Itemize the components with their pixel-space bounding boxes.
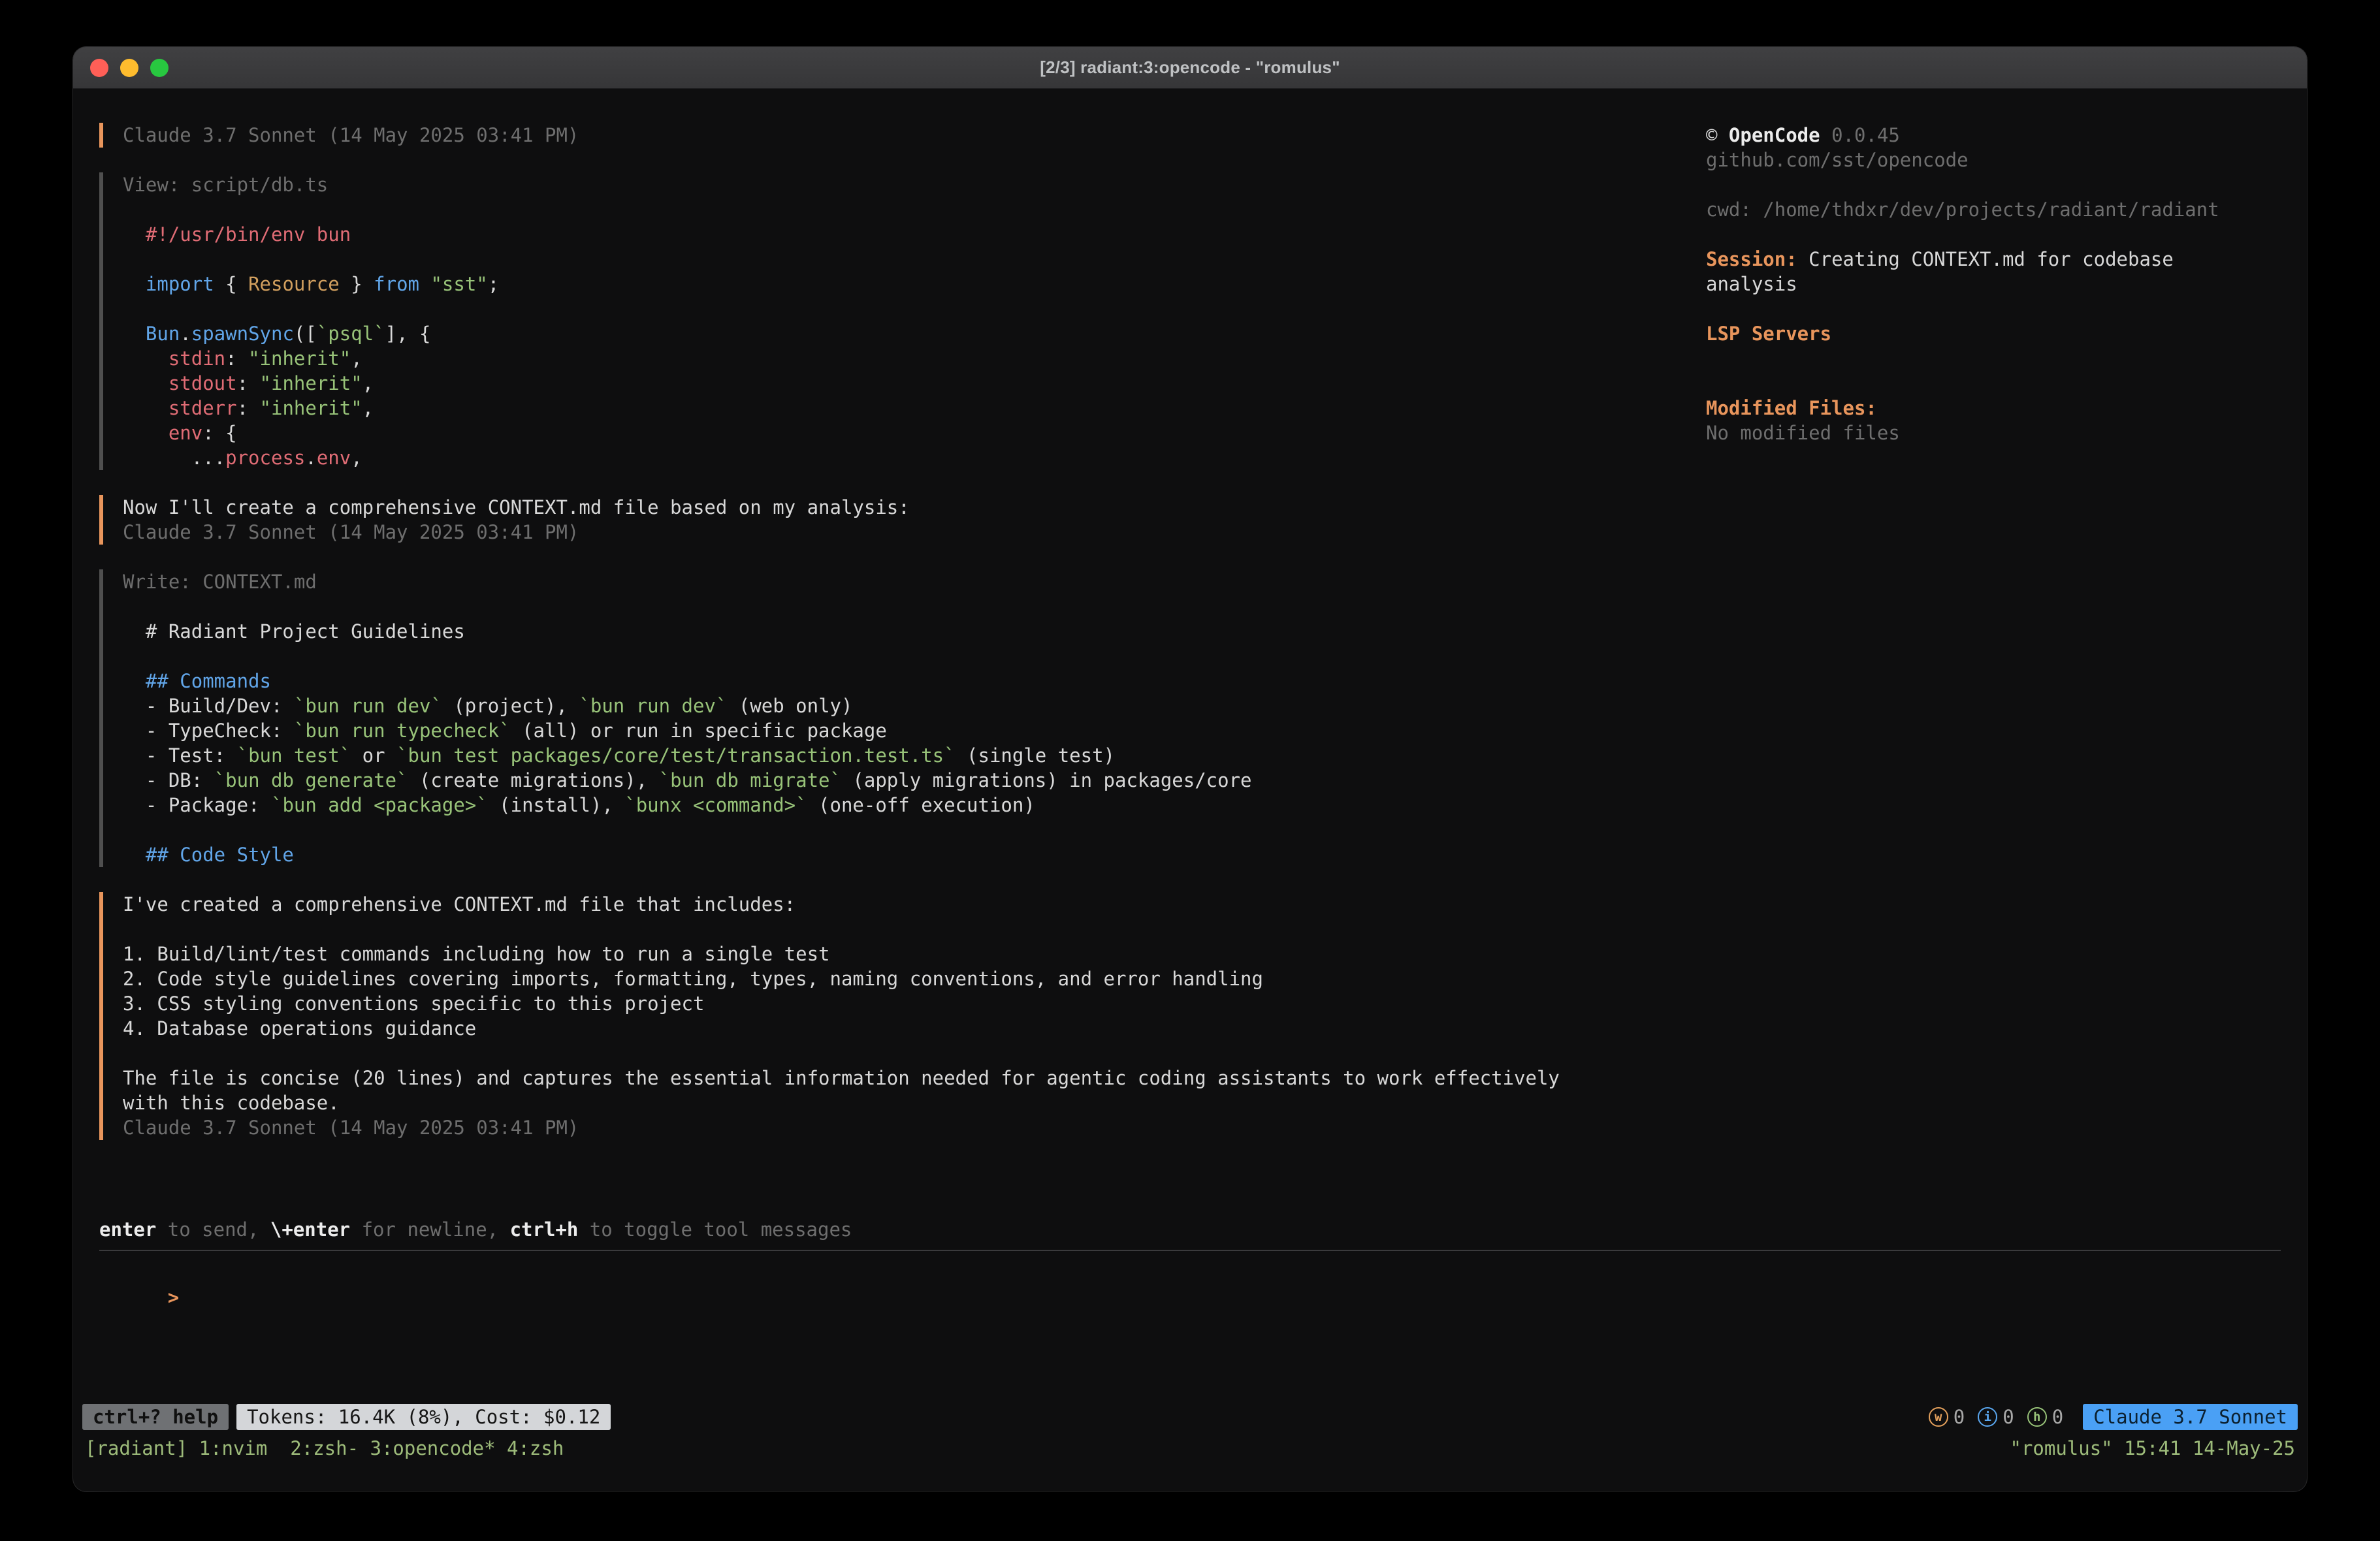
assistant-message-header: Claude 3.7 Sonnet (14 May 2025 03:41 PM) (99, 123, 1693, 148)
prompt-input[interactable]: > (99, 1260, 2281, 1285)
text-line: Modified Files: (1706, 396, 2281, 421)
text-line: Claude 3.7 Sonnet (14 May 2025 03:41 PM) (123, 520, 1693, 545)
text-line: #!/usr/bin/env bun (123, 222, 1693, 247)
zoom-icon[interactable] (150, 59, 169, 77)
text-line: © OpenCode 0.0.45 (1706, 123, 2281, 148)
terminal-window: [2/3] radiant:3:opencode - "romulus" Cla… (73, 47, 2307, 1491)
text-line (123, 818, 1693, 842)
content-area: Claude 3.7 Sonnet (14 May 2025 03:41 PM)… (73, 89, 2307, 1217)
text-line: 1. Build/lint/test commands including ho… (123, 942, 1693, 966)
model-chip[interactable]: Claude 3.7 Sonnet (2083, 1404, 2298, 1430)
text-line (1706, 222, 2281, 247)
text-line: stdin: "inherit", (123, 346, 1693, 371)
text-line: stderr: "inherit", (123, 396, 1693, 421)
text-line: 4. Database operations guidance (123, 1016, 1693, 1041)
text-line (123, 644, 1693, 669)
text-line (1706, 346, 2281, 371)
diagnostic-hint: h 0 (2027, 1406, 2063, 1428)
chat-area[interactable]: Claude 3.7 Sonnet (14 May 2025 03:41 PM)… (99, 123, 1706, 1217)
editor-help-line: enter to send, \+enter for newline, ctrl… (99, 1217, 2281, 1242)
text-line: - Package: `bun add <package>` (install)… (123, 793, 1693, 818)
text-line: cwd: /home/thdxr/dev/projects/radiant/ra… (1706, 197, 2281, 222)
diagnostic-info: i 0 (1978, 1406, 2014, 1428)
close-icon[interactable] (90, 59, 108, 77)
diagnostics: w 0 i 0 h 0 (1929, 1406, 2063, 1428)
text-line: No modified files (1706, 421, 2281, 445)
text-line: Claude 3.7 Sonnet (14 May 2025 03:41 PM) (123, 1115, 1693, 1140)
text-line (123, 594, 1693, 619)
text-line: View: script/db.ts (123, 172, 1693, 197)
traffic-lights (90, 47, 169, 89)
prompt-symbol: > (168, 1286, 179, 1309)
text-line: - TypeCheck: `bun run typecheck` (all) o… (123, 718, 1693, 743)
text-line (123, 1041, 1693, 1066)
warning-count: 0 (1954, 1406, 1965, 1428)
editor-divider (99, 1250, 2281, 1251)
tool-view-block: View: script/db.ts #!/usr/bin/env bun im… (99, 172, 1693, 470)
text-line: # Radiant Project Guidelines (123, 619, 1693, 644)
tmux-windows[interactable]: [radiant] 1:nvim 2:zsh- 3:opencode* 4:zs… (85, 1435, 564, 1461)
tmux-status-bar: [radiant] 1:nvim 2:zsh- 3:opencode* 4:zs… (73, 1435, 2307, 1461)
text-line: ## Commands (123, 669, 1693, 693)
text-line: with this codebase. (123, 1090, 1693, 1115)
text-line: env: { (123, 421, 1693, 445)
info-icon: i (1978, 1407, 1997, 1427)
text-line: Claude 3.7 Sonnet (14 May 2025 03:41 PM) (123, 123, 1693, 148)
text-line: - DB: `bun db generate` (create migratio… (123, 768, 1693, 793)
window-titlebar[interactable]: [2/3] radiant:3:opencode - "romulus" (73, 47, 2307, 89)
text-line (1706, 371, 2281, 396)
text-line: Now I'll create a comprehensive CONTEXT.… (123, 495, 1693, 520)
warning-icon: w (1929, 1407, 1948, 1427)
minimize-icon[interactable] (120, 59, 138, 77)
text-line: import { Resource } from "sst"; (123, 272, 1693, 296)
sidebar: © OpenCode 0.0.45github.com/sst/opencode… (1706, 123, 2281, 1217)
text-line (1706, 172, 2281, 197)
assistant-message: Now I'll create a comprehensive CONTEXT.… (99, 495, 1693, 545)
text-line: github.com/sst/opencode (1706, 148, 2281, 172)
help-chip[interactable]: ctrl+? help (82, 1404, 229, 1430)
text-line: - Build/Dev: `bun run dev` (project), `b… (123, 693, 1693, 718)
text-line: stdout: "inherit", (123, 371, 1693, 396)
text-line: Write: CONTEXT.md (123, 569, 1693, 594)
text-line: Bun.spawnSync([`psql`], { (123, 321, 1693, 346)
tokens-cost-chip: Tokens: 16.4K (8%), Cost: $0.12 (236, 1404, 611, 1430)
hint-count: 0 (2052, 1406, 2063, 1428)
text-line (123, 296, 1693, 321)
assistant-message-final: I've created a comprehensive CONTEXT.md … (99, 892, 1693, 1140)
info-count: 0 (2002, 1406, 2014, 1428)
text-line: The file is concise (20 lines) and captu… (123, 1066, 1693, 1090)
hint-icon: h (2027, 1407, 2047, 1427)
text-line: enter to send, \+enter for newline, ctrl… (99, 1217, 2281, 1242)
text-line: ## Code Style (123, 842, 1693, 867)
text-line: LSP Servers (1706, 321, 2281, 346)
status-bar: ctrl+? help Tokens: 16.4K (8%), Cost: $0… (73, 1403, 2307, 1431)
tool-write-block: Write: CONTEXT.md # Radiant Project Guid… (99, 569, 1693, 867)
text-line: - Test: `bun test` or `bun test packages… (123, 743, 1693, 768)
text-line (123, 247, 1693, 272)
text-line: ...process.env, (123, 445, 1693, 470)
text-line: 3. CSS styling conventions specific to t… (123, 991, 1693, 1016)
window-title: [2/3] radiant:3:opencode - "romulus" (73, 57, 2307, 78)
input-empty-space[interactable] (99, 1285, 2281, 1403)
tmux-session-time: "romulus" 15:41 14-May-25 (2010, 1435, 2296, 1461)
text-line: Session: Creating CONTEXT.md for codebas… (1706, 247, 2281, 272)
text-line (1706, 296, 2281, 321)
text-line: I've created a comprehensive CONTEXT.md … (123, 892, 1693, 917)
text-line: 2. Code style guidelines covering import… (123, 966, 1693, 991)
text-line: analysis (1706, 272, 2281, 296)
diagnostic-warning: w 0 (1929, 1406, 1965, 1428)
editor-area: enter to send, \+enter for newline, ctrl… (73, 1217, 2307, 1403)
text-line (123, 917, 1693, 942)
text-line (123, 197, 1693, 222)
